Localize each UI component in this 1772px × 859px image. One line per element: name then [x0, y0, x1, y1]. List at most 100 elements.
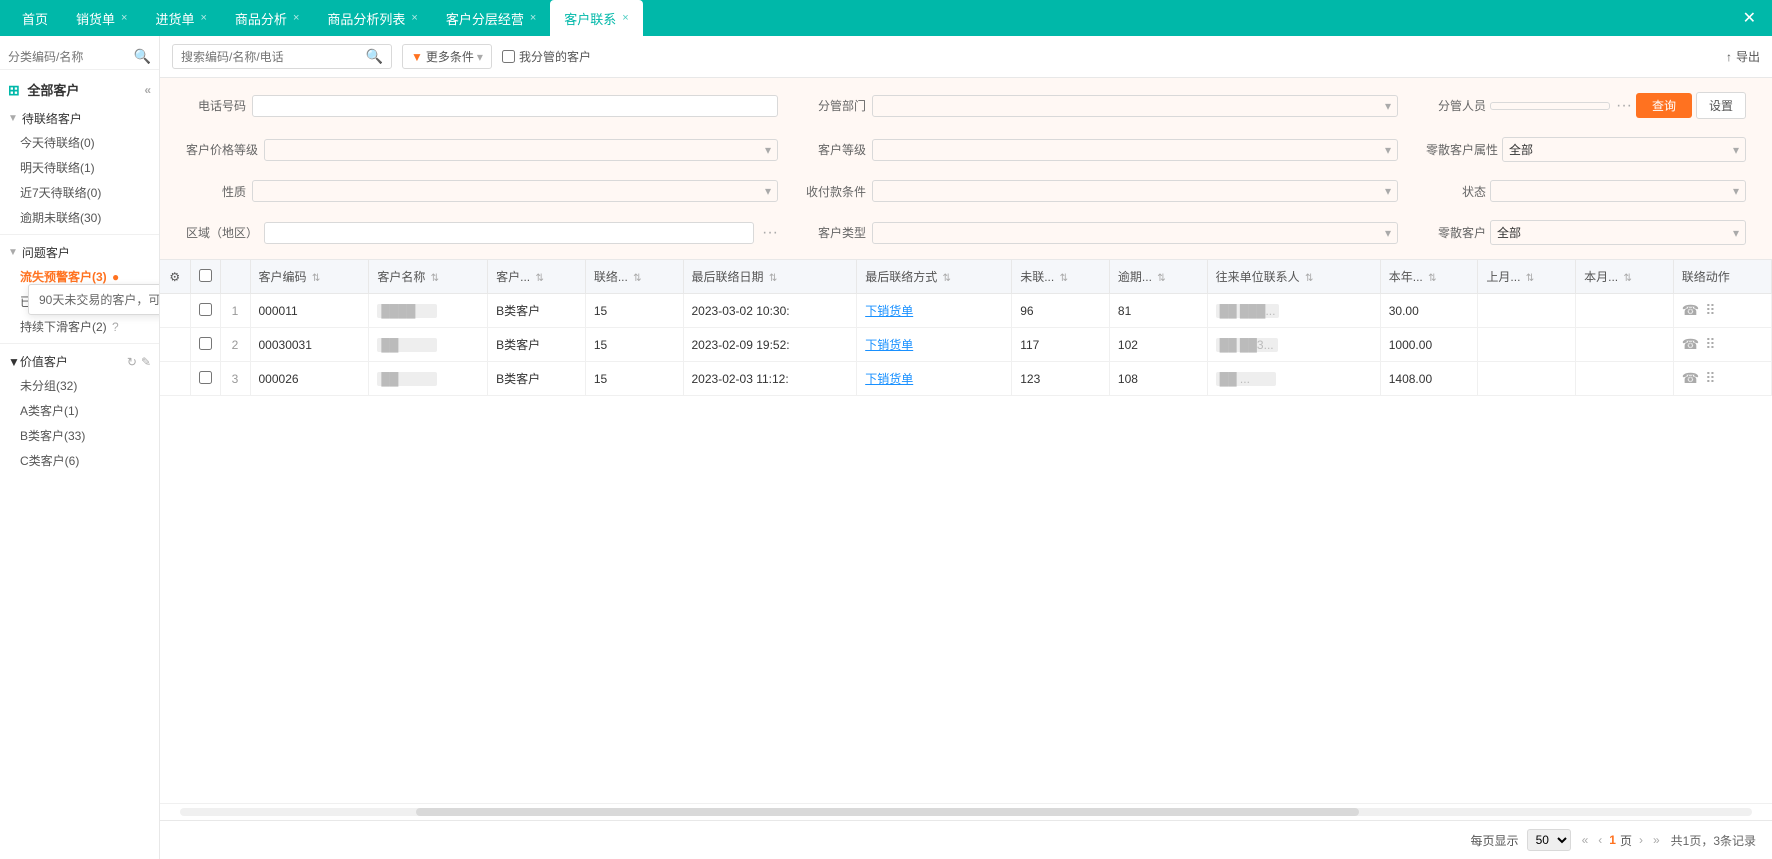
sidebar-item-class-c[interactable]: C类客户(6) — [0, 448, 159, 473]
col-last-method[interactable]: 最后联络方式 ⇅ — [857, 260, 1012, 294]
row3-last-method[interactable]: 下销货单 — [857, 362, 1012, 396]
search-btn-icon[interactable]: 🔍 — [366, 48, 383, 65]
col-this-year[interactable]: 本年... ⇅ — [1380, 260, 1478, 294]
col-contact[interactable]: 联络... ⇅ — [585, 260, 683, 294]
select-all-checkbox[interactable] — [199, 269, 212, 282]
last-page-btn[interactable]: » — [1650, 833, 1663, 847]
row1-unit-contact: ██ ███... — [1207, 294, 1380, 328]
filter-search-input[interactable] — [181, 50, 366, 64]
col-overdue[interactable]: 逾期... ⇅ — [1109, 260, 1207, 294]
sidebar-group-problem[interactable]: ▼ 问题客户 — [0, 239, 159, 264]
tooltip-box: 90天未交易的客户，可能有流失风险。 — [28, 284, 160, 315]
filter-dept-select[interactable]: ▾ — [872, 95, 1398, 117]
close-icon[interactable]: × — [411, 12, 417, 24]
close-icon[interactable]: × — [622, 12, 628, 24]
first-page-btn[interactable]: « — [1579, 833, 1592, 847]
filter-customer-grade-select[interactable]: ▾ — [872, 139, 1398, 161]
col-name[interactable]: 客户名称 ⇅ — [369, 260, 488, 294]
filter-bar: 🔍 ▼ 更多条件 ▾ 我分管的客户 ↑ 导出 — [160, 36, 1772, 78]
sidebar-all-customers[interactable]: ⊞ 全部客户 « — [0, 74, 159, 105]
sidebar-item-class-b[interactable]: B类客户(33) — [0, 423, 159, 448]
row1-last-method[interactable]: 下销货单 — [857, 294, 1012, 328]
filter-scattered-select[interactable]: 全部 ▾ — [1490, 220, 1746, 245]
sidebar-item-ungroup[interactable]: 未分组(32) — [0, 373, 159, 398]
scroll-track — [180, 808, 1752, 816]
filter-region-input[interactable] — [264, 222, 754, 244]
filter-phone-input[interactable] — [252, 95, 778, 117]
nav-item-sales[interactable]: 销货单 × — [62, 0, 141, 36]
row-checkbox[interactable] — [199, 337, 212, 350]
sidebar-item-tomorrow[interactable]: 明天待联络(1) — [0, 155, 159, 180]
filter-manager-select[interactable] — [1490, 102, 1610, 110]
row2-type: B类客户 — [488, 328, 586, 362]
filter-payment-select[interactable]: ▾ — [872, 180, 1398, 202]
col-last-month[interactable]: 上月... ⇅ — [1478, 260, 1576, 294]
window-close-button[interactable]: ✕ — [1735, 8, 1764, 28]
refresh-icon[interactable]: ↻ — [127, 355, 137, 369]
edit-icon[interactable]: ✎ — [141, 355, 151, 369]
col-unit-contact[interactable]: 往来单位联系人 ⇅ — [1207, 260, 1380, 294]
prev-page-btn[interactable]: ‹ — [1595, 833, 1605, 847]
col-uncontacted[interactable]: 未联... ⇅ — [1012, 260, 1110, 294]
scroll-thumb[interactable] — [416, 808, 1359, 816]
col-type[interactable]: 客户... ⇅ — [488, 260, 586, 294]
query-button[interactable]: 查询 — [1636, 93, 1692, 118]
region-dots-icon[interactable]: ··· — [762, 224, 778, 242]
my-customers-checkbox[interactable] — [502, 50, 515, 63]
export-btn[interactable]: ↑ 导出 — [1726, 48, 1760, 65]
nav-item-customer-contact[interactable]: 客户联系 × — [550, 0, 642, 36]
filter-customer-type-select[interactable]: ▾ — [872, 222, 1398, 244]
close-icon[interactable]: × — [293, 12, 299, 24]
nav-item-customer-tier[interactable]: 客户分层经营 × — [432, 0, 550, 36]
col-settings[interactable]: ⚙ — [160, 260, 190, 294]
filter-scattered-attr-select[interactable]: 全部 ▾ — [1502, 137, 1746, 162]
nav-item-home[interactable]: 首页 — [8, 0, 62, 36]
sidebar-item-7days[interactable]: 近7天待联络(0) — [0, 180, 159, 205]
action-contact-icon[interactable]: ☎ — [1682, 302, 1699, 319]
more-conditions-btn[interactable]: ▼ 更多条件 ▾ — [402, 44, 492, 69]
sidebar-group-pending[interactable]: ▼ 待联络客户 — [0, 105, 159, 130]
action-contact-icon[interactable]: ☎ — [1682, 336, 1699, 353]
row1-contact: 15 — [585, 294, 683, 328]
horizontal-scrollbar[interactable] — [160, 803, 1772, 820]
row-checkbox[interactable] — [199, 371, 212, 384]
sidebar-item-today[interactable]: 今天待联络(0) — [0, 130, 159, 155]
row1-checkbox — [190, 294, 220, 328]
filter-status-select[interactable]: ▾ — [1490, 180, 1746, 202]
close-icon[interactable]: × — [200, 12, 206, 24]
sort-icon: ⇅ — [1623, 273, 1631, 284]
settings-button[interactable]: 设置 — [1696, 92, 1746, 119]
chevron-down-icon: ▾ — [765, 143, 771, 157]
col-this-month[interactable]: 本月... ⇅ — [1576, 260, 1674, 294]
row1-last-date: 2023-03-02 10:30: — [683, 294, 857, 328]
row1-code: 000011 — [250, 294, 369, 328]
action-contact-icon[interactable]: ☎ — [1682, 370, 1699, 387]
filter-price-grade-select[interactable]: ▾ — [264, 139, 778, 161]
col-last-date[interactable]: 最后联络日期 ⇅ — [683, 260, 857, 294]
row-checkbox[interactable] — [199, 303, 212, 316]
sidebar-item-class-a[interactable]: A类客户(1) — [0, 398, 159, 423]
row2-last-method[interactable]: 下销货单 — [857, 328, 1012, 362]
per-page-select[interactable]: 50 — [1527, 829, 1571, 851]
sidebar-item-overdue[interactable]: 逾期未联络(30) — [0, 205, 159, 230]
nav-item-analysis[interactable]: 商品分析 × — [221, 0, 313, 36]
close-icon[interactable]: × — [530, 12, 536, 24]
row1-num: 1 — [220, 294, 250, 328]
row3-this-year: 1408.00 — [1380, 362, 1478, 396]
sidebar-item-declining[interactable]: 持续下滑客户(2) ? — [0, 314, 159, 339]
sidebar-search-input[interactable] — [8, 50, 134, 64]
nav-item-purchase[interactable]: 进货单 × — [141, 0, 220, 36]
sidebar-group-value-title[interactable]: ▼ 价值客户 — [8, 353, 68, 370]
close-icon[interactable]: × — [121, 12, 127, 24]
col-code[interactable]: 客户编码 ⇅ — [250, 260, 369, 294]
dots-icon[interactable]: ··· — [1616, 97, 1632, 115]
filter-nature-select[interactable]: ▾ — [252, 180, 778, 202]
next-page-btn[interactable]: › — [1636, 833, 1646, 847]
row1-last-month — [1478, 294, 1576, 328]
action-more-icon[interactable]: ⠿ — [1705, 302, 1715, 319]
action-more-icon[interactable]: ⠿ — [1705, 370, 1715, 387]
collapse-icon[interactable]: « — [144, 83, 151, 97]
row3-action: ☎ ⠿ — [1673, 362, 1771, 396]
action-more-icon[interactable]: ⠿ — [1705, 336, 1715, 353]
nav-item-analysis-list[interactable]: 商品分析列表 × — [313, 0, 431, 36]
